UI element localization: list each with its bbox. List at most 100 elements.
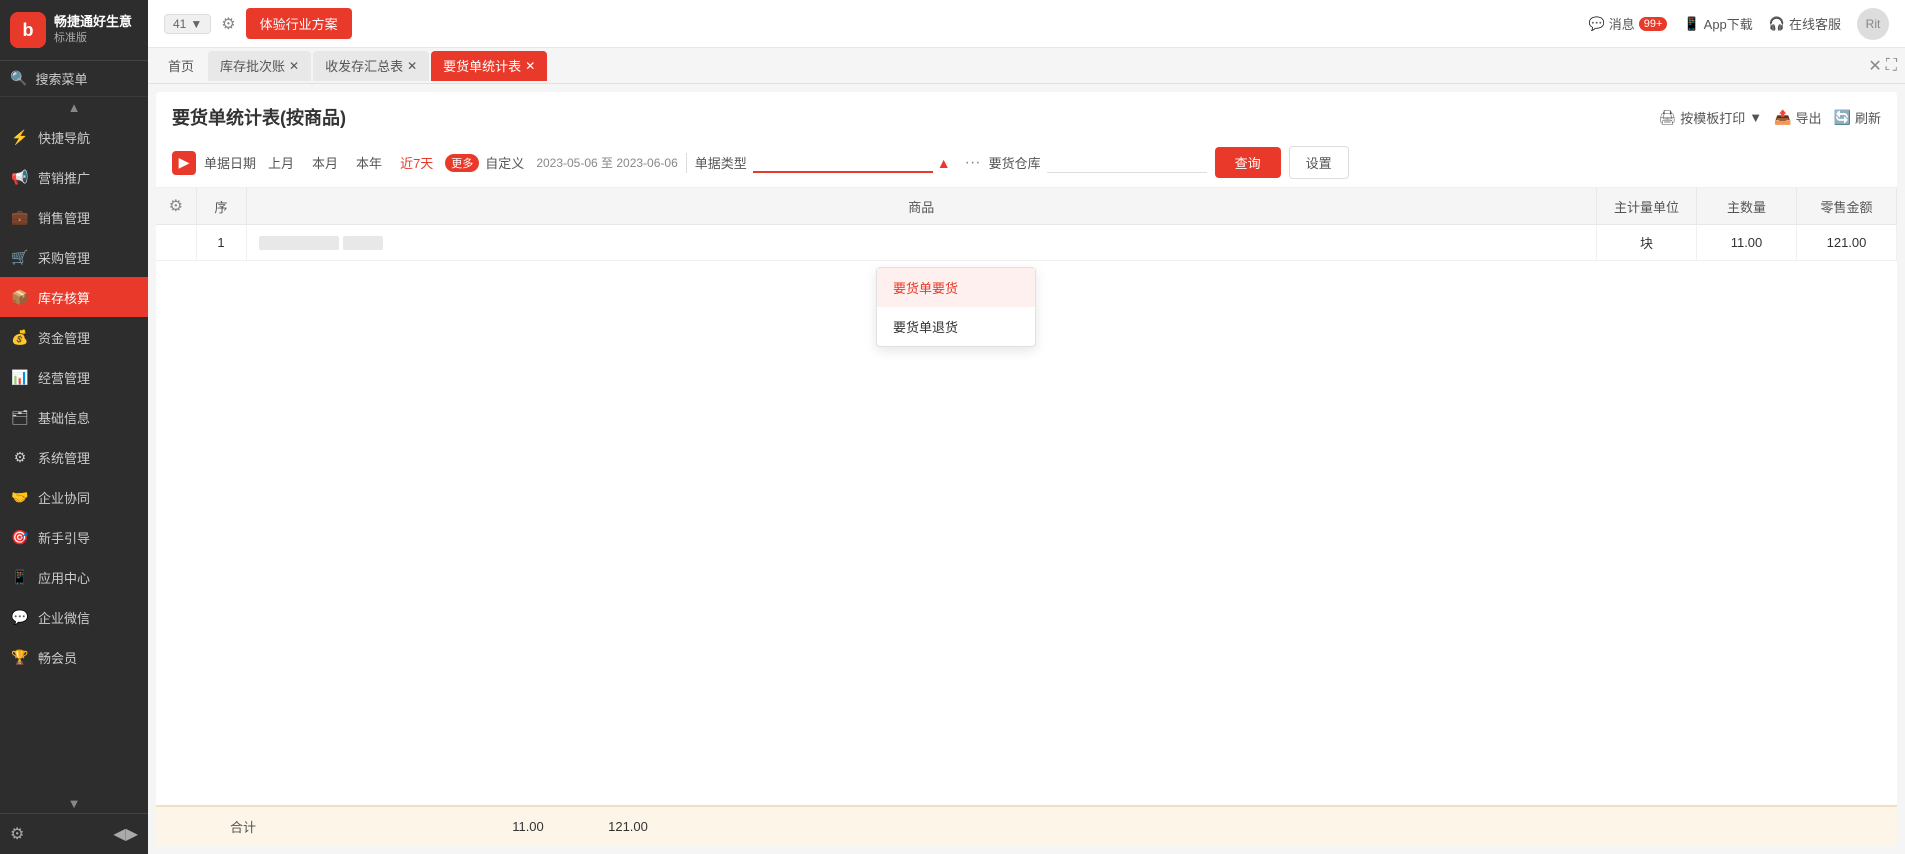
sidebar-scroll-down[interactable]: ▼ [0,793,148,813]
app-logo-icon: b [10,12,46,48]
tab-close-icon[interactable]: ✕ [407,59,417,73]
tab-inventory-batch-label: 库存批次账 [220,56,285,75]
sidebar-item-label: 新手引导 [38,528,90,547]
sidebar-item-app-center[interactable]: 📱 应用中心 [0,557,148,597]
settings-button[interactable]: 设置 [1289,146,1349,179]
table-footer: 合计 11.00 121.00 [156,805,1897,846]
search-icon: 🔍 [10,70,27,87]
sidebar: b 畅捷通好生意 标准版 🔍 搜索菜单 ▲ ⚡ 快捷导航 📢 营销推广 💼 销售… [0,0,148,854]
page-title: 要货单统计表(按商品) [172,104,346,130]
sidebar-footer: ⚙ ◀▶ [0,813,148,854]
filter-expand-button[interactable]: ▶ [172,151,196,175]
sidebar-item-label: 资金管理 [38,328,90,347]
sidebar-item-enterprise[interactable]: 🤝 企业协同 [0,477,148,517]
sidebar-item-label: 营销推广 [38,168,90,187]
phone-icon: 📱 [1683,16,1699,32]
sidebar-item-system[interactable]: ⚙ 系统管理 [0,437,148,477]
footer-label: 合计 [218,817,378,836]
messages-badge: 99+ [1639,17,1668,31]
sidebar-item-marketing[interactable]: 📢 营销推广 [0,157,148,197]
type-dropdown-popup: 要货单要货 要货单退货 [876,267,1036,347]
user-avatar[interactable]: Rit [1857,8,1889,40]
sidebar-scroll-up[interactable]: ▲ [0,97,148,117]
tab-close-icon[interactable]: ✕ [289,59,299,73]
th-settings[interactable]: ⚙ [156,188,196,225]
type-select-input[interactable] [753,152,933,173]
header-left: 41 ▼ ⚙ 体验行业方案 [164,8,352,39]
sidebar-item-label: 应用中心 [38,568,90,587]
dropdown-item-requisition-order[interactable]: 要货单要货 [877,268,1035,307]
refresh-label: 刷新 [1855,108,1881,127]
footer-amount: 121.00 [578,819,678,834]
filter-divider-1 [686,153,687,173]
quick-nav-icon: ⚡ [10,127,30,147]
tab-requisition-stats[interactable]: 要货单统计表 ✕ [431,51,547,81]
date-btn-recent-7[interactable]: 近7天 [394,151,439,174]
sidebar-item-sales[interactable]: 💼 销售管理 [0,197,148,237]
query-button[interactable]: 查询 [1215,147,1281,178]
export-btn[interactable]: 📤 导出 [1774,108,1821,127]
product-cell [259,236,1585,250]
type-chevron-up-icon[interactable]: ▲ [937,155,951,171]
print-template-btn[interactable]: 🖨 按模板打印 ▼ [1658,108,1762,127]
date-more-button[interactable]: 更多 [445,154,479,172]
search-menu[interactable]: 🔍 搜索菜单 [0,61,148,97]
tab-inventory-batch[interactable]: 库存批次账 ✕ [208,51,311,81]
sidebar-item-basics[interactable]: 🗂 基础信息 [0,397,148,437]
online-service-action[interactable]: 🎧 在线客服 [1769,14,1841,33]
refresh-btn[interactable]: 🔄 刷新 [1834,108,1881,127]
guide-icon: 🎯 [10,527,30,547]
header-gear-icon[interactable]: ⚙ [221,14,235,34]
sidebar-item-finance[interactable]: 💰 资金管理 [0,317,148,357]
date-btn-last-month[interactable]: 上月 [262,151,300,174]
sidebar-logo: b 畅捷通好生意 标准版 [0,0,148,61]
footer-qty: 11.00 [478,819,578,834]
warehouse-filter-label: 要货仓库 [989,153,1041,172]
messages-action[interactable]: 💬 消息 99+ [1589,14,1668,33]
refresh-icon: 🔄 [1834,109,1851,126]
membership-icon: 🏆 [10,647,30,667]
tab-home[interactable]: 首页 [156,52,206,79]
th-qty: 主数量 [1697,188,1797,225]
collapse-sidebar-icon[interactable]: ◀▶ [113,824,138,844]
type-more-icon[interactable]: ··· [965,154,981,172]
sidebar-item-label: 采购管理 [38,248,90,267]
page-panel-header: 要货单统计表(按商品) 🖨 按模板打印 ▼ 📤 导出 🔄 刷新 [156,92,1897,138]
sidebar-item-guide[interactable]: 🎯 新手引导 [0,517,148,557]
sidebar-item-label: 畅会员 [38,648,77,667]
tab-close-icon[interactable]: ✕ [525,59,535,73]
th-amount: 零售金额 [1797,188,1897,225]
warehouse-input[interactable] [1047,153,1207,173]
tab-close-all-icon[interactable]: ✕ [1868,56,1881,76]
app-download-action[interactable]: 📱 App下载 [1683,14,1752,33]
sidebar-item-operations[interactable]: 📊 经营管理 [0,357,148,397]
version-badge[interactable]: 41 ▼ [164,14,211,34]
th-product: 商品 [246,188,1597,225]
date-filter-group: 单据日期 上月 本月 本年 近7天 更多 自定义 [204,151,524,174]
date-custom-button[interactable]: 自定义 [485,153,524,172]
app-center-icon: 📱 [10,567,30,587]
main-content: 41 ▼ ⚙ 体验行业方案 💬 消息 99+ 📱 App下载 🎧 在线客服 Ri… [148,0,1905,854]
tabs-bar: 首页 库存批次账 ✕ 收发存汇总表 ✕ 要货单统计表 ✕ ✕ ⛶ [148,48,1905,84]
sidebar-item-wechat[interactable]: 💬 企业微信 [0,597,148,637]
sidebar-item-inventory[interactable]: 📦 库存核算 [0,277,148,317]
date-btn-this-year[interactable]: 本年 [350,151,388,174]
td-unit: 块 [1597,225,1697,261]
column-settings-icon[interactable]: ⚙ [169,198,183,215]
dropdown-item-requisition-return[interactable]: 要货单退货 [877,307,1035,346]
settings-footer-icon[interactable]: ⚙ [10,824,24,844]
export-label: 导出 [1796,108,1822,127]
tab-expand-icon[interactable]: ⛶ [1886,57,1897,75]
sidebar-item-purchase[interactable]: 🛒 采购管理 [0,237,148,277]
online-service-label: 在线客服 [1789,14,1841,33]
tab-receive-summary[interactable]: 收发存汇总表 ✕ [313,51,429,81]
trial-button[interactable]: 体验行业方案 [246,8,352,39]
sidebar-item-quick-nav[interactable]: ⚡ 快捷导航 [0,117,148,157]
sidebar-item-membership[interactable]: 🏆 畅会员 [0,637,148,677]
date-btn-this-month[interactable]: 本月 [306,151,344,174]
sidebar-item-label: 系统管理 [38,448,90,467]
type-select-container: ▲ [753,152,951,173]
sales-icon: 💼 [10,207,30,227]
messages-icon: 💬 [1589,16,1605,32]
operations-icon: 📊 [10,367,30,387]
